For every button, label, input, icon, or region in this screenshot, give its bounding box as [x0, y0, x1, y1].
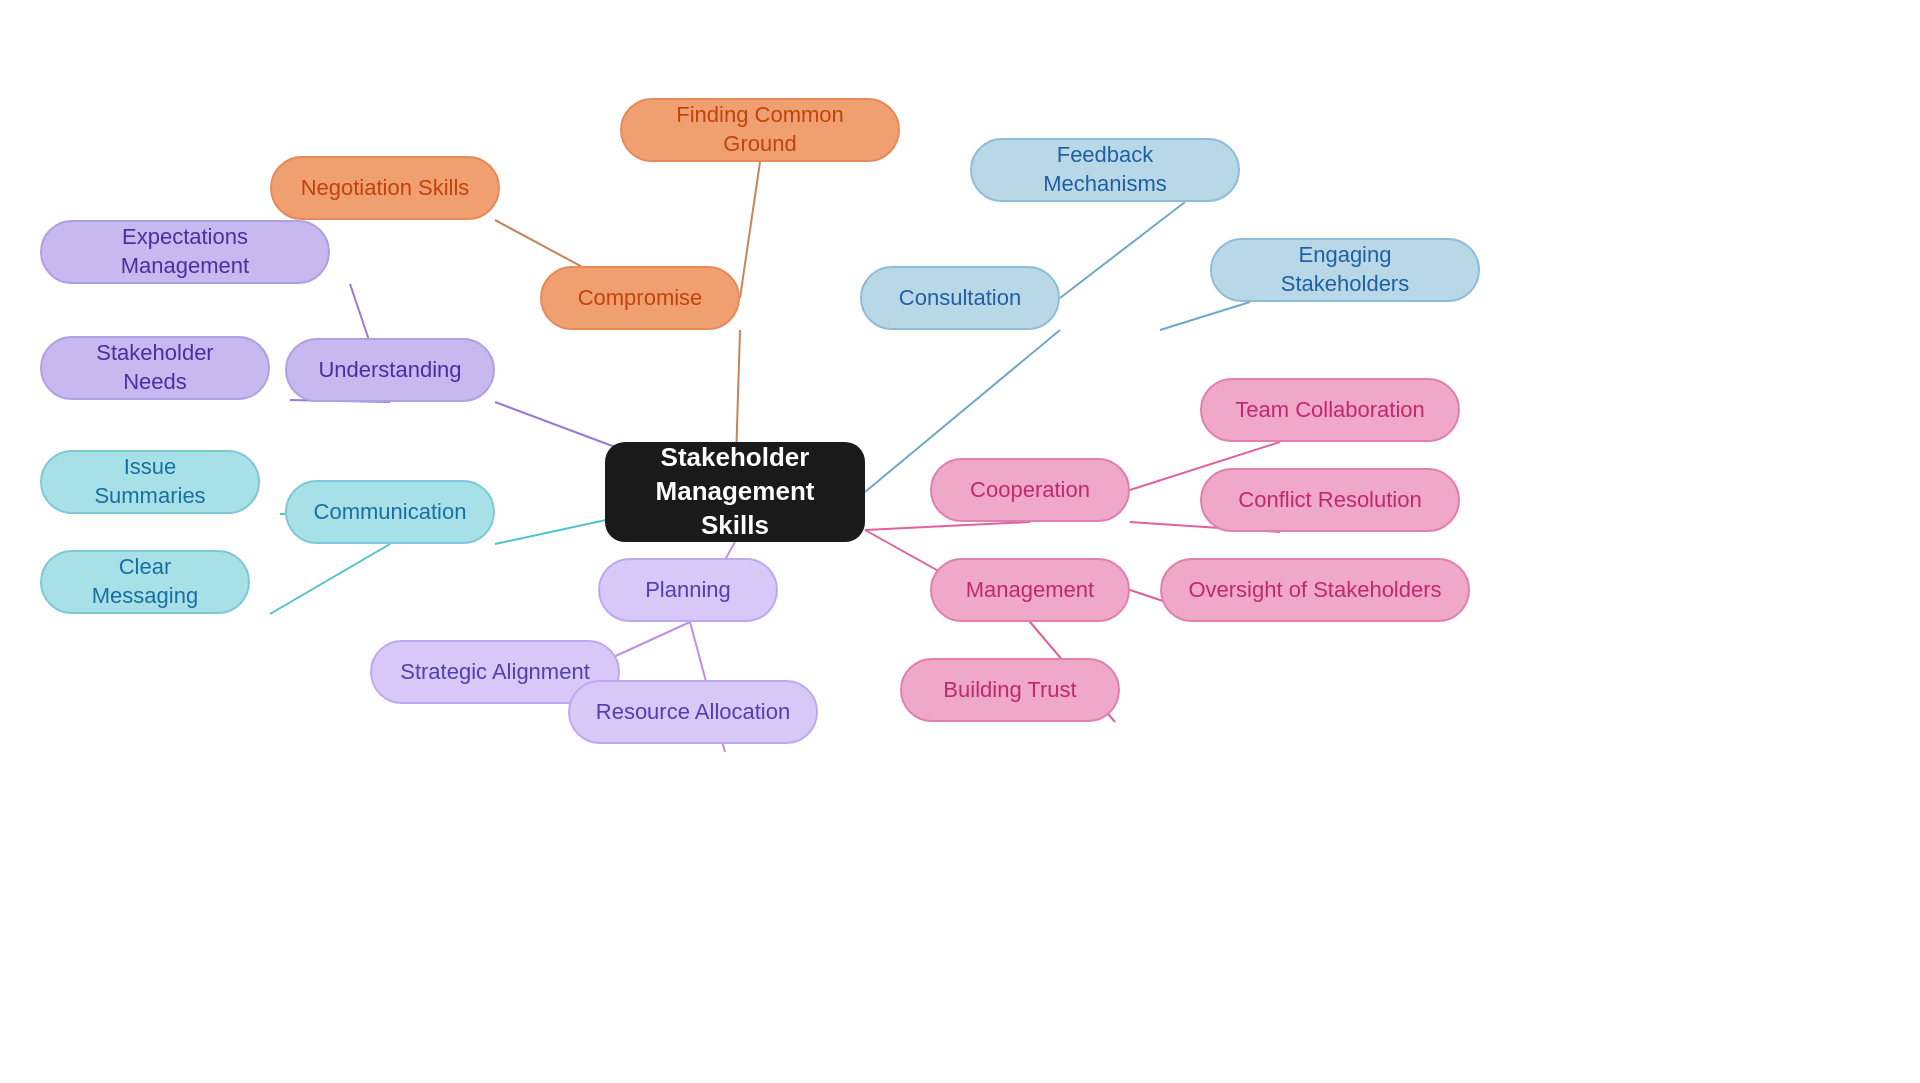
node-issue-summaries: Issue Summaries [40, 450, 260, 514]
svg-line-10 [1160, 302, 1250, 330]
node-understanding: Understanding [285, 338, 495, 402]
node-compromise: Compromise [540, 266, 740, 330]
node-planning: Planning [598, 558, 778, 622]
node-team-collaboration: Team Collaboration [1200, 378, 1460, 442]
node-management: Management [930, 558, 1130, 622]
node-negotiation-skills: Negotiation Skills [270, 156, 500, 220]
svg-line-4 [865, 522, 1030, 530]
node-cooperation: Cooperation [930, 458, 1130, 522]
node-building-trust: Building Trust [900, 658, 1120, 722]
node-expectations-management: Expectations Management [40, 220, 330, 284]
node-oversight-of-stakeholders: Oversight of Stakeholders [1160, 558, 1470, 622]
svg-line-9 [1060, 202, 1185, 298]
node-conflict-resolution: Conflict Resolution [1200, 468, 1460, 532]
node-communication: Communication [285, 480, 495, 544]
node-clear-messaging: Clear Messaging [40, 550, 250, 614]
node-resource-allocation: Resource Allocation [568, 680, 818, 744]
center-node: Stakeholder ManagementSkills [605, 442, 865, 542]
node-engaging-stakeholders: Engaging Stakeholders [1210, 238, 1480, 302]
node-finding-common-ground: Finding Common Ground [620, 98, 900, 162]
node-feedback-mechanisms: Feedback Mechanisms [970, 138, 1240, 202]
svg-line-7 [740, 162, 760, 298]
node-stakeholder-needs: Stakeholder Needs [40, 336, 270, 400]
svg-line-14 [270, 544, 390, 614]
node-consultation: Consultation [860, 266, 1060, 330]
